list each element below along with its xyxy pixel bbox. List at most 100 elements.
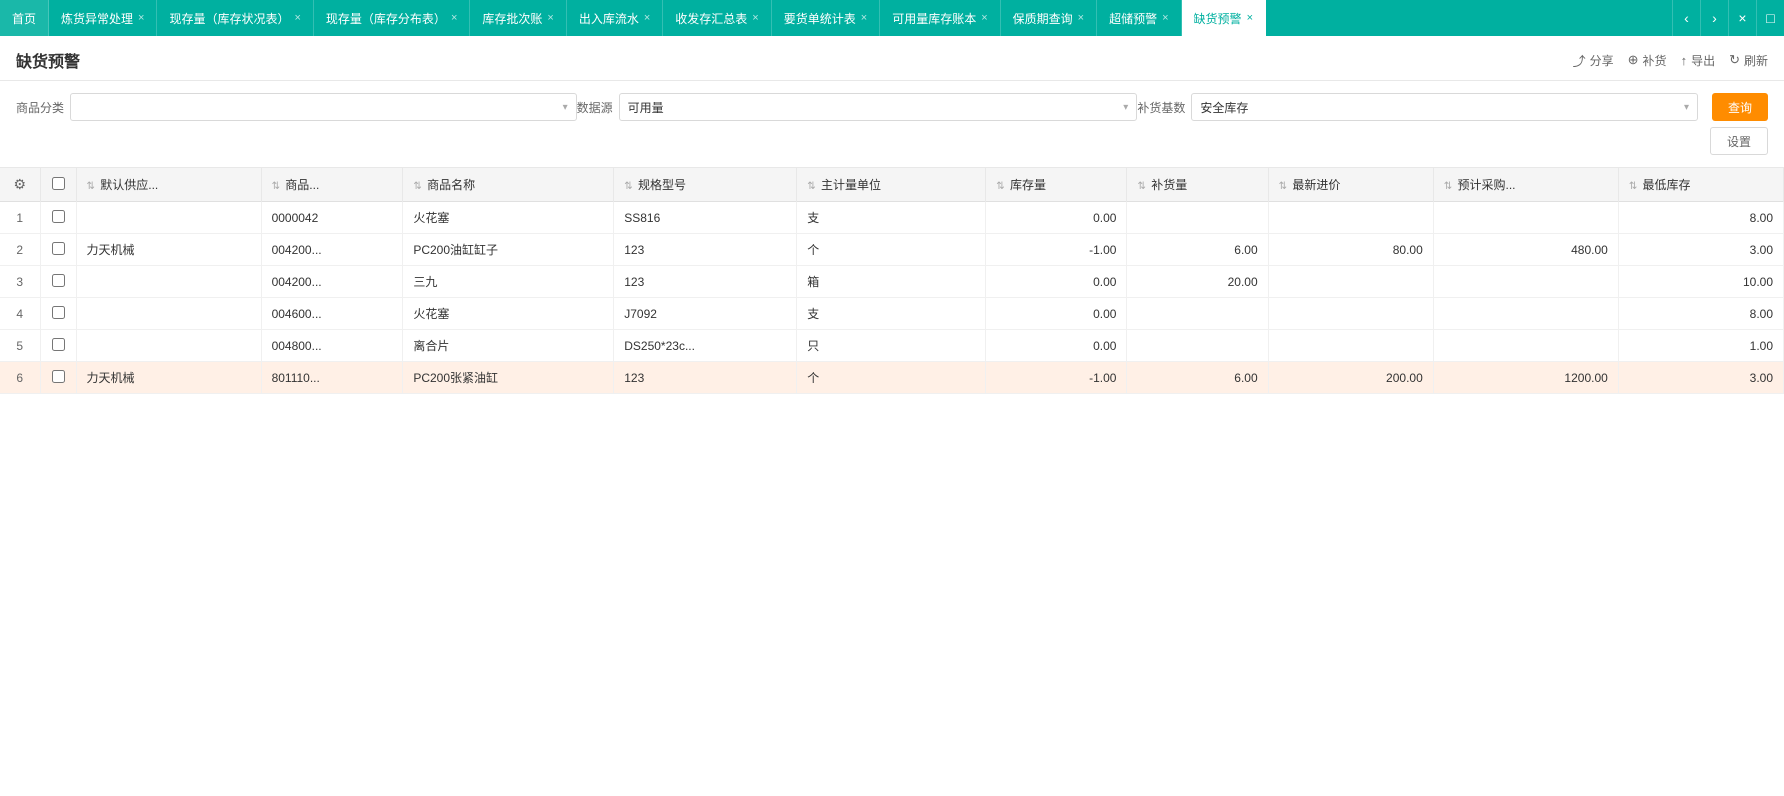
page-header: 缺货预警 ⤴ 分享 ⊕ 补货 ↑ 导出 ↻ 刷新 — [0, 36, 1784, 81]
tab-bar: 首页 炼货异常处理 × 现存量（库存状况表） × 现存量（库存分布表） × 库存… — [0, 0, 1784, 36]
row-replenish-qty: 6.00 — [1127, 362, 1268, 394]
tab-available-ledger[interactable]: 可用量库存账本 × — [880, 0, 1000, 36]
row-spec: SS816 — [614, 202, 797, 234]
filter-replenish-arrow: ▾ — [1684, 102, 1689, 113]
page-title: 缺货预警 — [16, 48, 80, 72]
table-row: 5 004800... 离合片 DS250*23c... 只 0.00 1.00 — [0, 330, 1784, 362]
row-product-code: 0000042 — [261, 202, 403, 234]
tab-receive-summary[interactable]: 收发存汇总表 × — [663, 0, 771, 36]
row-product-code: 004200... — [261, 266, 403, 298]
refresh-button[interactable]: ↻ 刷新 — [1729, 52, 1768, 69]
tab-inout-flow-close[interactable]: × — [644, 12, 650, 24]
row-default-supplier: 力天机械 — [76, 234, 261, 266]
filter-replenish-label: 补货基数 — [1137, 99, 1185, 116]
tab-shortage-close[interactable]: × — [1247, 12, 1253, 24]
table-row: 1 0000042 火花塞 SS816 支 0.00 8.00 — [0, 202, 1784, 234]
select-all-checkbox[interactable] — [52, 177, 65, 190]
tab-close-all-button[interactable]: × — [1728, 0, 1756, 36]
refresh-icon: ↻ — [1729, 52, 1740, 68]
tab-overstock-close[interactable]: × — [1162, 12, 1168, 24]
column-checkbox — [40, 168, 76, 202]
sort-icon: ⇅ — [1137, 181, 1145, 192]
filter-category-select[interactable]: ▾ — [70, 93, 577, 121]
row-product-name: 三九 — [403, 266, 614, 298]
column-default-supplier: ⇅ 默认供应... — [76, 168, 261, 202]
share-button[interactable]: ⤴ 分享 — [1573, 51, 1614, 70]
row-min-stock: 8.00 — [1618, 202, 1783, 234]
tab-expiry[interactable]: 保质期查询 × — [1001, 0, 1097, 36]
row-spec: 123 — [614, 362, 797, 394]
tab-inventory-status[interactable]: 现存量（库存状况表） × — [157, 0, 313, 36]
row-number: 6 — [0, 362, 40, 394]
tab-abnormal[interactable]: 炼货异常处理 × — [49, 0, 157, 36]
row-checkbox[interactable] — [52, 210, 65, 223]
export-icon: ↑ — [1681, 53, 1688, 68]
row-latest-price: 200.00 — [1268, 362, 1433, 394]
gear-icon[interactable]: ⚙ — [13, 176, 26, 192]
tab-navigation: ‹ › × □ — [1672, 0, 1784, 36]
row-default-supplier — [76, 298, 261, 330]
filter-replenish-select[interactable]: 安全库存 ▾ — [1191, 93, 1698, 121]
row-stock: -1.00 — [986, 234, 1127, 266]
column-spec: ⇅ 规格型号 — [614, 168, 797, 202]
column-latest-price: ⇅ 最新进价 — [1268, 168, 1433, 202]
row-replenish-qty: 6.00 — [1127, 234, 1268, 266]
row-unit: 个 — [797, 234, 986, 266]
row-unit: 只 — [797, 330, 986, 362]
tab-inventory-dist-close[interactable]: × — [451, 12, 457, 24]
row-checkbox[interactable] — [52, 274, 65, 287]
column-replenish-qty: ⇅ 补货量 — [1127, 168, 1268, 202]
row-stock: 0.00 — [986, 202, 1127, 234]
row-checkbox[interactable] — [52, 370, 65, 383]
row-number: 3 — [0, 266, 40, 298]
query-button[interactable]: 查询 — [1712, 93, 1768, 121]
header-actions: ⤴ 分享 ⊕ 补货 ↑ 导出 ↻ 刷新 — [1573, 51, 1768, 70]
tab-inventory-dist[interactable]: 现存量（库存分布表） × — [314, 0, 470, 36]
tab-expiry-close[interactable]: × — [1078, 12, 1084, 24]
tab-batch-close[interactable]: × — [547, 12, 553, 24]
row-number: 2 — [0, 234, 40, 266]
column-stock: ⇅ 库存量 — [986, 168, 1127, 202]
table-row: 6 力天机械 801110... PC200张紧油缸 123 个 -1.00 6… — [0, 362, 1784, 394]
replenish-button[interactable]: ⊕ 补货 — [1628, 52, 1667, 69]
filter-datasource-label: 数据源 — [577, 99, 613, 116]
row-checkbox-cell — [40, 202, 76, 234]
tab-inventory-status-close[interactable]: × — [294, 12, 300, 24]
sort-icon: ⇅ — [1279, 181, 1287, 192]
sort-icon: ⇅ — [624, 181, 632, 192]
filter-datasource-section: 数据源 可用量 ▾ — [577, 93, 1138, 121]
tab-next-button[interactable]: › — [1700, 0, 1728, 36]
column-est-purchase: ⇅ 预计采购... — [1433, 168, 1618, 202]
row-unit: 支 — [797, 202, 986, 234]
row-checkbox[interactable] — [52, 338, 65, 351]
sort-icon: ⇅ — [807, 181, 815, 192]
tab-inout-flow[interactable]: 出入库流水 × — [567, 0, 663, 36]
tab-home[interactable]: 首页 — [0, 0, 49, 36]
tab-shortage[interactable]: 缺货预警 × — [1182, 0, 1266, 36]
row-latest-price: 80.00 — [1268, 234, 1433, 266]
table-row: 4 004600... 火花塞 J7092 支 0.00 8.00 — [0, 298, 1784, 330]
row-replenish-qty — [1127, 202, 1268, 234]
column-min-stock: ⇅ 最低库存 — [1618, 168, 1783, 202]
settings-button[interactable]: 设置 — [1710, 127, 1768, 155]
row-checkbox[interactable] — [52, 242, 65, 255]
column-product-name: ⇅ 商品名称 — [403, 168, 614, 202]
tab-batch[interactable]: 库存批次账 × — [470, 0, 566, 36]
tab-demand-stats[interactable]: 要货单统计表 × — [772, 0, 880, 36]
column-product-code: ⇅ 商品... — [261, 168, 403, 202]
tab-available-ledger-close[interactable]: × — [981, 12, 987, 24]
row-checkbox-cell — [40, 234, 76, 266]
tab-demand-stats-close[interactable]: × — [861, 12, 867, 24]
export-button[interactable]: ↑ 导出 — [1681, 52, 1716, 69]
tab-overstock[interactable]: 超储预警 × — [1097, 0, 1181, 36]
tab-abnormal-close[interactable]: × — [138, 12, 144, 24]
tab-receive-summary-close[interactable]: × — [752, 12, 758, 24]
column-unit: ⇅ 主计量单位 — [797, 168, 986, 202]
row-min-stock: 3.00 — [1618, 234, 1783, 266]
row-stock: 0.00 — [986, 330, 1127, 362]
filter-datasource-select[interactable]: 可用量 ▾ — [619, 93, 1138, 121]
tab-prev-button[interactable]: ‹ — [1672, 0, 1700, 36]
tab-restore-button[interactable]: □ — [1756, 0, 1784, 36]
filter-replenish-section: 补货基数 安全库存 ▾ — [1137, 93, 1698, 121]
row-checkbox[interactable] — [52, 306, 65, 319]
